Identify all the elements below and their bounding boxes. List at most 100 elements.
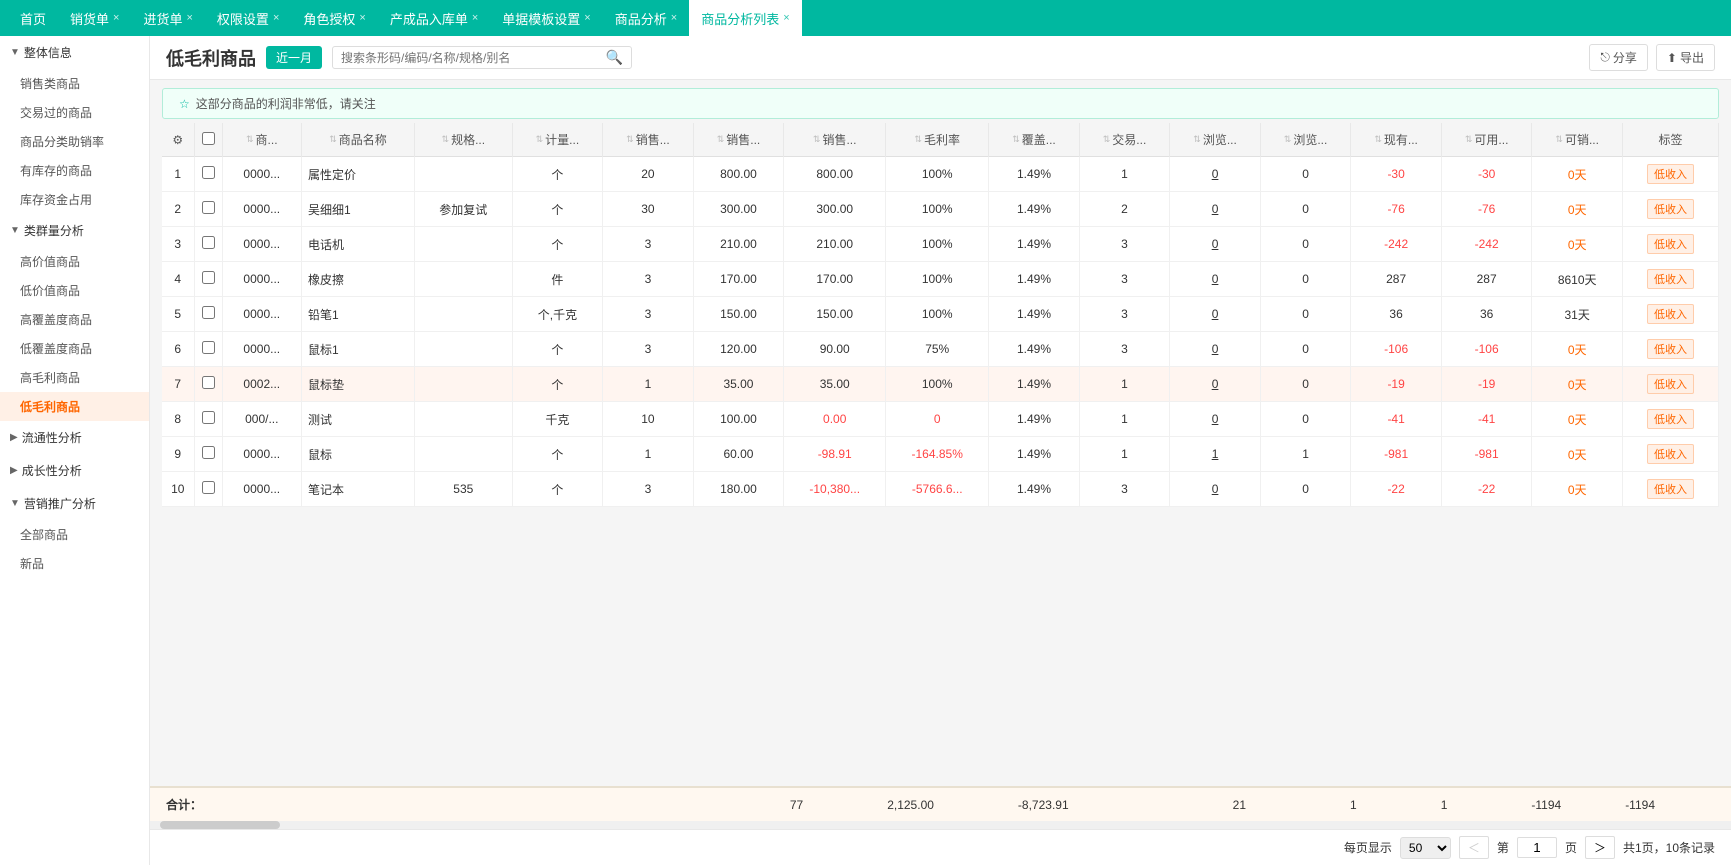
sidebar-group-marketing[interactable]: ▼ 营销推广分析 bbox=[0, 487, 149, 520]
share-button[interactable]: ⎋ 分享 bbox=[1589, 44, 1648, 71]
row-checkbox-cell[interactable] bbox=[194, 367, 222, 402]
time-filter-button[interactable]: 近一月 bbox=[266, 46, 322, 69]
nav-purchase-order[interactable]: 进货单 × bbox=[131, 0, 204, 36]
nav-home[interactable]: 首页 bbox=[8, 0, 58, 36]
nav-role-auth[interactable]: 角色授权 × bbox=[291, 0, 377, 36]
row-checkbox-cell[interactable] bbox=[194, 402, 222, 437]
row-checkbox-cell[interactable] bbox=[194, 157, 222, 192]
sidebar-item-high-margin[interactable]: 高毛利商品 bbox=[0, 363, 149, 392]
settings-icon[interactable]: ⚙ bbox=[172, 133, 183, 147]
row-checkbox[interactable] bbox=[202, 306, 215, 319]
row-checkbox[interactable] bbox=[202, 271, 215, 284]
views1-link[interactable]: 0 bbox=[1212, 167, 1219, 181]
sort-icon: ⇅ bbox=[246, 134, 254, 145]
row-views1[interactable]: 0 bbox=[1170, 227, 1261, 262]
row-views1[interactable]: 0 bbox=[1170, 332, 1261, 367]
close-permissions-icon[interactable]: × bbox=[273, 12, 279, 24]
row-views1[interactable]: 1 bbox=[1170, 437, 1261, 472]
views1-link[interactable]: 0 bbox=[1212, 377, 1219, 391]
sidebar-item-low-value[interactable]: 低价值商品 bbox=[0, 276, 149, 305]
row-checkbox-cell[interactable] bbox=[194, 262, 222, 297]
row-code: 0000... bbox=[222, 472, 302, 507]
row-checkbox[interactable] bbox=[202, 341, 215, 354]
row-checkbox[interactable] bbox=[202, 411, 215, 424]
nav-sales-order[interactable]: 销货单 × bbox=[58, 0, 131, 36]
row-views2: 0 bbox=[1260, 227, 1351, 262]
page-number-input[interactable] bbox=[1517, 837, 1557, 858]
sidebar-item-new-goods[interactable]: 新品 bbox=[0, 549, 149, 578]
sidebar-item-category-rate[interactable]: 商品分类助销率 bbox=[0, 127, 149, 156]
sidebar-group-overview[interactable]: ▼ 整体信息 bbox=[0, 36, 149, 69]
row-code: 0000... bbox=[222, 157, 302, 192]
row-checkbox-cell[interactable] bbox=[194, 297, 222, 332]
views1-link[interactable]: 0 bbox=[1212, 412, 1219, 426]
prev-page-button[interactable]: ＜ bbox=[1459, 836, 1489, 859]
sidebar-item-in-stock[interactable]: 有库存的商品 bbox=[0, 156, 149, 185]
close-goods-analysis-icon[interactable]: × bbox=[671, 12, 677, 24]
row-unit: 个 bbox=[512, 227, 603, 262]
row-current-stock: -106 bbox=[1351, 332, 1442, 367]
sidebar-item-all-goods[interactable]: 全部商品 bbox=[0, 520, 149, 549]
close-sales-order-icon[interactable]: × bbox=[113, 12, 119, 24]
row-views1[interactable]: 0 bbox=[1170, 402, 1261, 437]
views1-link[interactable]: 0 bbox=[1212, 237, 1219, 251]
sidebar-item-high-value[interactable]: 高价值商品 bbox=[0, 247, 149, 276]
export-icon: ⬆ bbox=[1667, 51, 1677, 65]
close-goods-list-icon[interactable]: × bbox=[783, 12, 789, 24]
scrollbar-thumb[interactable] bbox=[160, 821, 280, 829]
nav-finished-goods[interactable]: 产成品入库单 × bbox=[378, 0, 490, 36]
row-checkbox[interactable] bbox=[202, 236, 215, 249]
close-purchase-order-icon[interactable]: × bbox=[186, 12, 192, 24]
sidebar-group-growth[interactable]: ▶ 成长性分析 bbox=[0, 454, 149, 487]
table-header-row: ⚙ ⇅商... ⇅商品名称 ⇅规格... ⇅计量... ⇅销售... ⇅销售..… bbox=[162, 123, 1719, 157]
export-button[interactable]: ⬆ 导出 bbox=[1656, 44, 1715, 71]
close-role-auth-icon[interactable]: × bbox=[359, 12, 365, 24]
row-saleable: 0天 bbox=[1532, 367, 1623, 402]
row-unit: 个 bbox=[512, 332, 603, 367]
views1-link[interactable]: 0 bbox=[1212, 272, 1219, 286]
views1-link[interactable]: 0 bbox=[1212, 202, 1219, 216]
row-checkbox-cell[interactable] bbox=[194, 192, 222, 227]
sidebar-item-sales-goods[interactable]: 销售类商品 bbox=[0, 69, 149, 98]
nav-goods-analysis[interactable]: 商品分析 × bbox=[603, 0, 689, 36]
row-views1[interactable]: 0 bbox=[1170, 367, 1261, 402]
sidebar-group-cluster[interactable]: ▼ 类群量分析 bbox=[0, 214, 149, 247]
nav-permissions[interactable]: 权限设置 × bbox=[205, 0, 291, 36]
row-views1[interactable]: 0 bbox=[1170, 262, 1261, 297]
views1-link[interactable]: 0 bbox=[1212, 342, 1219, 356]
sidebar-item-low-coverage[interactable]: 低覆盖度商品 bbox=[0, 334, 149, 363]
sidebar-item-stock-funds[interactable]: 库存资金占用 bbox=[0, 185, 149, 214]
next-page-button[interactable]: ＞ bbox=[1585, 836, 1615, 859]
sidebar-group-liquidity[interactable]: ▶ 流通性分析 bbox=[0, 421, 149, 454]
per-page-select[interactable]: 50 100 200 bbox=[1400, 837, 1451, 859]
row-checkbox[interactable] bbox=[202, 481, 215, 494]
select-all-checkbox[interactable] bbox=[202, 132, 215, 145]
row-checkbox-cell[interactable] bbox=[194, 472, 222, 507]
nav-goods-analysis-list[interactable]: 商品分析列表 × bbox=[689, 0, 801, 36]
close-template-icon[interactable]: × bbox=[584, 12, 590, 24]
row-checkbox-cell[interactable] bbox=[194, 332, 222, 367]
views1-link[interactable]: 1 bbox=[1212, 447, 1219, 461]
row-checkbox-cell[interactable] bbox=[194, 437, 222, 472]
close-finished-goods-icon[interactable]: × bbox=[472, 12, 478, 24]
row-checkbox[interactable] bbox=[202, 376, 215, 389]
row-views1[interactable]: 0 bbox=[1170, 192, 1261, 227]
views1-link[interactable]: 0 bbox=[1212, 482, 1219, 496]
row-views2: 1 bbox=[1260, 437, 1351, 472]
sidebar-item-traded-goods[interactable]: 交易过的商品 bbox=[0, 98, 149, 127]
search-input[interactable] bbox=[341, 51, 606, 65]
nav-template-settings[interactable]: 单据模板设置 × bbox=[490, 0, 602, 36]
horizontal-scrollbar[interactable] bbox=[150, 821, 1731, 829]
row-checkbox[interactable] bbox=[202, 166, 215, 179]
row-views1[interactable]: 0 bbox=[1170, 297, 1261, 332]
row-checkbox-cell[interactable] bbox=[194, 227, 222, 262]
sidebar-item-low-margin[interactable]: 低毛利商品 bbox=[0, 392, 149, 421]
row-transactions: 3 bbox=[1079, 262, 1170, 297]
row-current-stock: 287 bbox=[1351, 262, 1442, 297]
row-views1[interactable]: 0 bbox=[1170, 157, 1261, 192]
row-views1[interactable]: 0 bbox=[1170, 472, 1261, 507]
row-checkbox[interactable] bbox=[202, 201, 215, 214]
sidebar-item-high-coverage[interactable]: 高覆盖度商品 bbox=[0, 305, 149, 334]
views1-link[interactable]: 0 bbox=[1212, 307, 1219, 321]
row-checkbox[interactable] bbox=[202, 446, 215, 459]
